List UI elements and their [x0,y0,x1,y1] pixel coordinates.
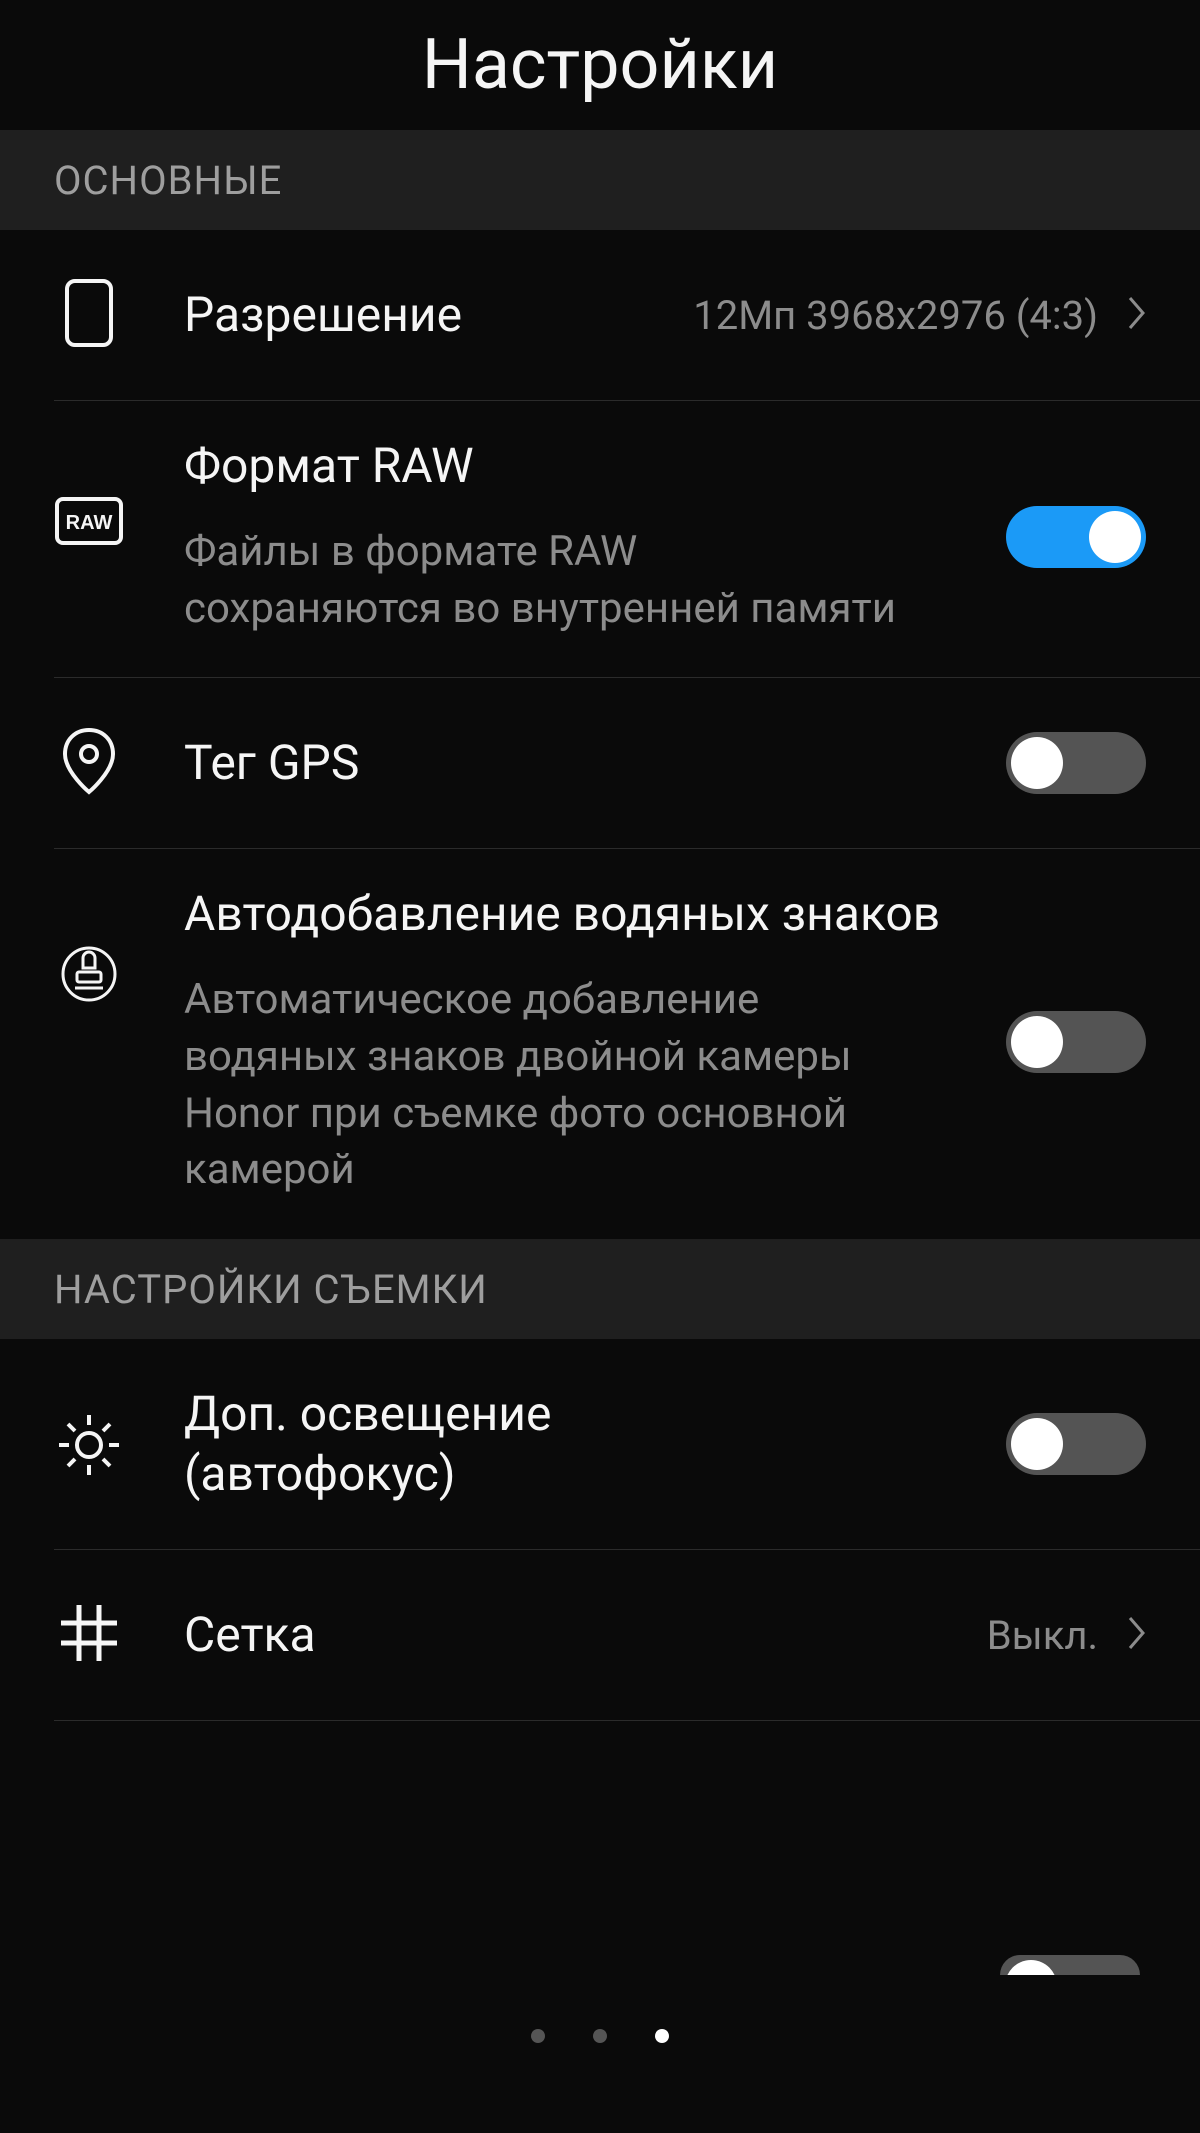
row-af-light-label: Доп. освещение (автофокус) [184,1384,704,1504]
row-watermark[interactable]: Автодобавление водяных знаков Автоматиче… [0,849,1200,1239]
row-raw-desc: Файлы в формате RAW сохраняются во внутр… [184,524,904,637]
resolution-icon [63,277,115,353]
brightness-icon [56,1412,122,1482]
section-shooting-label: НАСТРОЙКИ СЪЕМКИ [54,1266,488,1313]
row-resolution[interactable]: Разрешение 12Мп 3968x2976 (4:3) [0,230,1200,400]
section-general-header: ОСНОВНЫЕ [0,130,1200,230]
row-watermark-desc: Автоматическое добавление водяных знаков… [184,972,904,1199]
raw-icon: RAW [54,496,124,550]
row-grid[interactable]: Сетка Выкл. [0,1550,1200,1720]
chevron-right-icon [1128,1616,1146,1654]
row-grid-label: Сетка [184,1605,967,1665]
row-grid-value: Выкл. [987,1612,1098,1659]
row-gps-toggle[interactable] [1006,732,1146,794]
chevron-right-icon [1128,296,1146,334]
row-gps[interactable]: Тег GPS [0,678,1200,848]
row-raw-label: Формат RAW [184,436,986,496]
pager-dot-2[interactable] [655,2029,669,2043]
page-header: Настройки [0,0,1200,130]
row-watermark-label: Автодобавление водяных знаков [184,884,986,944]
pager-dot-1[interactable] [593,2029,607,2043]
divider [54,1720,1200,1721]
pagination-dots[interactable] [0,2029,1200,2043]
row-watermark-toggle[interactable] [1006,1011,1146,1073]
stamp-icon [59,944,119,1008]
svg-text:RAW: RAW [66,512,113,534]
pager-dot-0[interactable] [531,2029,545,2043]
row-next-toggle-partial[interactable] [1000,1955,1140,1975]
row-gps-label: Тег GPS [184,733,986,793]
row-raw[interactable]: RAW Формат RAW Файлы в формате RAW сохра… [0,401,1200,677]
row-af-light[interactable]: Доп. освещение (автофокус) [0,1339,1200,1549]
location-icon [61,726,117,800]
page-title: Настройки [422,24,778,106]
row-resolution-value: 12Мп 3968x2976 (4:3) [693,292,1098,339]
row-resolution-label: Разрешение [184,285,673,345]
section-shooting-header: НАСТРОЙКИ СЪЕМКИ [0,1239,1200,1339]
grid-icon [59,1603,119,1667]
row-raw-toggle[interactable] [1006,506,1146,568]
section-general-label: ОСНОВНЫЕ [54,157,282,204]
settings-screen: Настройки ОСНОВНЫЕ Разрешение 12Мп 3968x… [0,0,1200,2133]
row-af-light-toggle[interactable] [1006,1413,1146,1475]
